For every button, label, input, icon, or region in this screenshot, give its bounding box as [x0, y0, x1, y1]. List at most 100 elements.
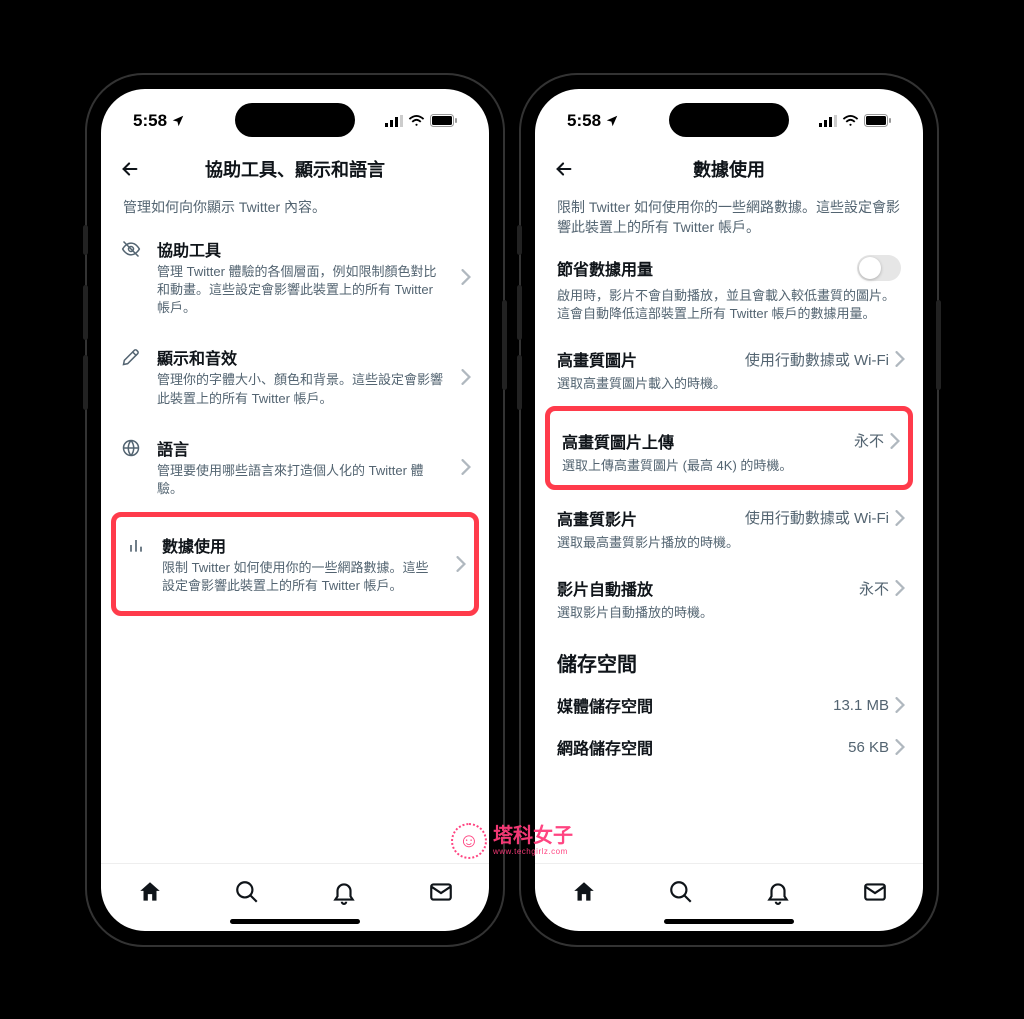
settings-item-language[interactable]: 語言 管理要使用哪些語言來打造個人化的 Twitter 體驗。: [101, 422, 489, 512]
row-autoplay[interactable]: 影片自動播放 永不: [535, 564, 923, 602]
row-media-storage[interactable]: 媒體儲存空間 13.1 MB: [535, 681, 923, 719]
hq-upload-label: 高畫質圖片上傳: [562, 429, 854, 453]
power-button: [936, 300, 941, 390]
watermark-title: 塔科女子: [493, 826, 573, 846]
mail-icon: [862, 879, 888, 905]
autoplay-desc: 選取影片自動播放的時機。: [535, 602, 923, 634]
phone-left: 5:58 協助工具、顯示和語言 管理如何向你顯示 Twitter 內容。 協助工…: [87, 75, 503, 945]
dynamic-island: [669, 103, 789, 137]
row-web-storage[interactable]: 網路儲存空間 56 KB: [535, 719, 923, 761]
tab-notifications[interactable]: [331, 879, 357, 905]
chevron-right-icon: [890, 433, 900, 449]
tab-home[interactable]: [137, 879, 163, 905]
tab-notifications[interactable]: [765, 879, 791, 905]
nav-bar: 數據使用: [535, 145, 923, 193]
bell-icon: [331, 879, 357, 905]
item-desc: 管理要使用哪些語言來打造個人化的 Twitter 體驗。: [157, 462, 443, 498]
hq-video-desc: 選取最高畫質影片播放的時機。: [535, 532, 923, 564]
bell-icon: [765, 879, 791, 905]
status-time: 5:58: [133, 111, 167, 131]
item-title: 協助工具: [157, 237, 443, 261]
hq-image-value: 使用行動數據或 Wi-Fi: [745, 349, 889, 370]
status-time: 5:58: [567, 111, 601, 131]
volume-up: [517, 285, 522, 340]
item-desc: 限制 Twitter 如何使用你的一些網路數據。這些設定會影響此裝置上的所有 T…: [162, 559, 438, 595]
settings-item-display[interactable]: 顯示和音效 管理你的字體大小、顏色和背景。這些設定會影響此裝置上的所有 Twit…: [101, 331, 489, 421]
page-title: 數據使用: [549, 156, 909, 182]
tab-search[interactable]: [668, 879, 694, 905]
tab-home[interactable]: [571, 879, 597, 905]
wifi-icon: [408, 114, 425, 127]
data-saver-label: 節省數據用量: [557, 256, 653, 280]
settings-item-accessibility[interactable]: 協助工具 管理 Twitter 體驗的各個層面，例如限制顏色對比和動畫。這些設定…: [101, 223, 489, 332]
hq-image-label: 高畫質圖片: [557, 347, 745, 371]
power-button: [502, 300, 507, 390]
logo-icon: ☺: [451, 823, 487, 859]
highlight-box-hq-upload: 高畫質圖片上傳 永不 選取上傳高畫質圖片 (最高 4K) 的時機。: [545, 406, 913, 490]
tab-search[interactable]: [234, 879, 260, 905]
highlight-box-data-usage: 數據使用 限制 Twitter 如何使用你的一些網路數據。這些設定會影響此裝置上…: [111, 512, 479, 616]
hq-upload-desc: 選取上傳高畫質圖片 (最高 4K) 的時機。: [550, 455, 908, 479]
row-hq-upload[interactable]: 高畫質圖片上傳 永不: [550, 417, 908, 455]
chevron-right-icon: [895, 351, 905, 367]
home-indicator[interactable]: [230, 919, 360, 924]
location-icon: [605, 114, 619, 128]
hq-upload-value: 永不: [854, 430, 884, 451]
home-indicator[interactable]: [664, 919, 794, 924]
chevron-right-icon: [461, 269, 471, 285]
mute-switch: [83, 225, 88, 255]
home-icon: [137, 879, 163, 905]
phone-right: 5:58 數據使用 限制 Twitter 如何使用你的一些網路數據。這些設定會影…: [521, 75, 937, 945]
chevron-right-icon: [461, 459, 471, 475]
settings-item-data-usage[interactable]: 數據使用 限制 Twitter 如何使用你的一些網路數據。這些設定會影響此裝置上…: [116, 523, 474, 605]
item-desc: 管理你的字體大小、顏色和背景。這些設定會影響此裝置上的所有 Twitter 帳戶…: [157, 371, 443, 407]
chevron-right-icon: [895, 739, 905, 755]
chevron-right-icon: [895, 510, 905, 526]
paintbrush-icon: [121, 347, 141, 367]
row-data-saver[interactable]: 節省數據用量: [535, 243, 923, 285]
volume-down: [83, 355, 88, 410]
chevron-right-icon: [456, 556, 466, 572]
data-saver-desc: 啟用時，影片不會自動播放，並且會載入較低畫質的圖片。這會自動降低這部裝置上所有 …: [535, 285, 923, 335]
chevron-right-icon: [895, 697, 905, 713]
globe-icon: [121, 438, 141, 458]
location-icon: [171, 114, 185, 128]
battery-icon: [430, 114, 457, 127]
chevron-right-icon: [895, 580, 905, 596]
item-title: 顯示和音效: [157, 345, 443, 369]
watermark-url: www.techgirlz.com: [493, 848, 573, 856]
item-title: 數據使用: [162, 533, 438, 557]
back-arrow-icon[interactable]: [553, 158, 575, 180]
hq-video-label: 高畫質影片: [557, 506, 745, 530]
wifi-icon: [842, 114, 859, 127]
mail-icon: [428, 879, 454, 905]
row-hq-image[interactable]: 高畫質圖片 使用行動數據或 Wi-Fi: [535, 335, 923, 373]
page-title: 協助工具、顯示和語言: [115, 156, 475, 182]
cellular-icon: [385, 115, 403, 127]
tab-messages[interactable]: [428, 879, 454, 905]
volume-down: [517, 355, 522, 410]
dynamic-island: [235, 103, 355, 137]
chevron-right-icon: [461, 369, 471, 385]
cellular-icon: [819, 115, 837, 127]
eye-off-icon: [121, 239, 141, 259]
item-title: 語言: [157, 436, 443, 460]
media-storage-value: 13.1 MB: [833, 697, 889, 714]
mute-switch: [517, 225, 522, 255]
home-icon: [571, 879, 597, 905]
media-storage-label: 媒體儲存空間: [557, 693, 833, 717]
row-hq-video[interactable]: 高畫質影片 使用行動數據或 Wi-Fi: [535, 490, 923, 532]
web-storage-label: 網路儲存空間: [557, 735, 848, 759]
search-icon: [668, 879, 694, 905]
hq-video-value: 使用行動數據或 Wi-Fi: [745, 507, 889, 528]
page-subtitle: 限制 Twitter 如何使用你的一些網路數據。這些設定會影響此裝置上的所有 T…: [535, 193, 923, 244]
data-saver-toggle[interactable]: [857, 255, 901, 281]
search-icon: [234, 879, 260, 905]
tab-messages[interactable]: [862, 879, 888, 905]
volume-up: [83, 285, 88, 340]
watermark: ☺ 塔科女子 www.techgirlz.com: [451, 823, 573, 859]
page-subtitle: 管理如何向你顯示 Twitter 內容。: [101, 193, 489, 223]
bar-chart-icon: [126, 535, 146, 555]
web-storage-value: 56 KB: [848, 739, 889, 756]
back-arrow-icon[interactable]: [119, 158, 141, 180]
